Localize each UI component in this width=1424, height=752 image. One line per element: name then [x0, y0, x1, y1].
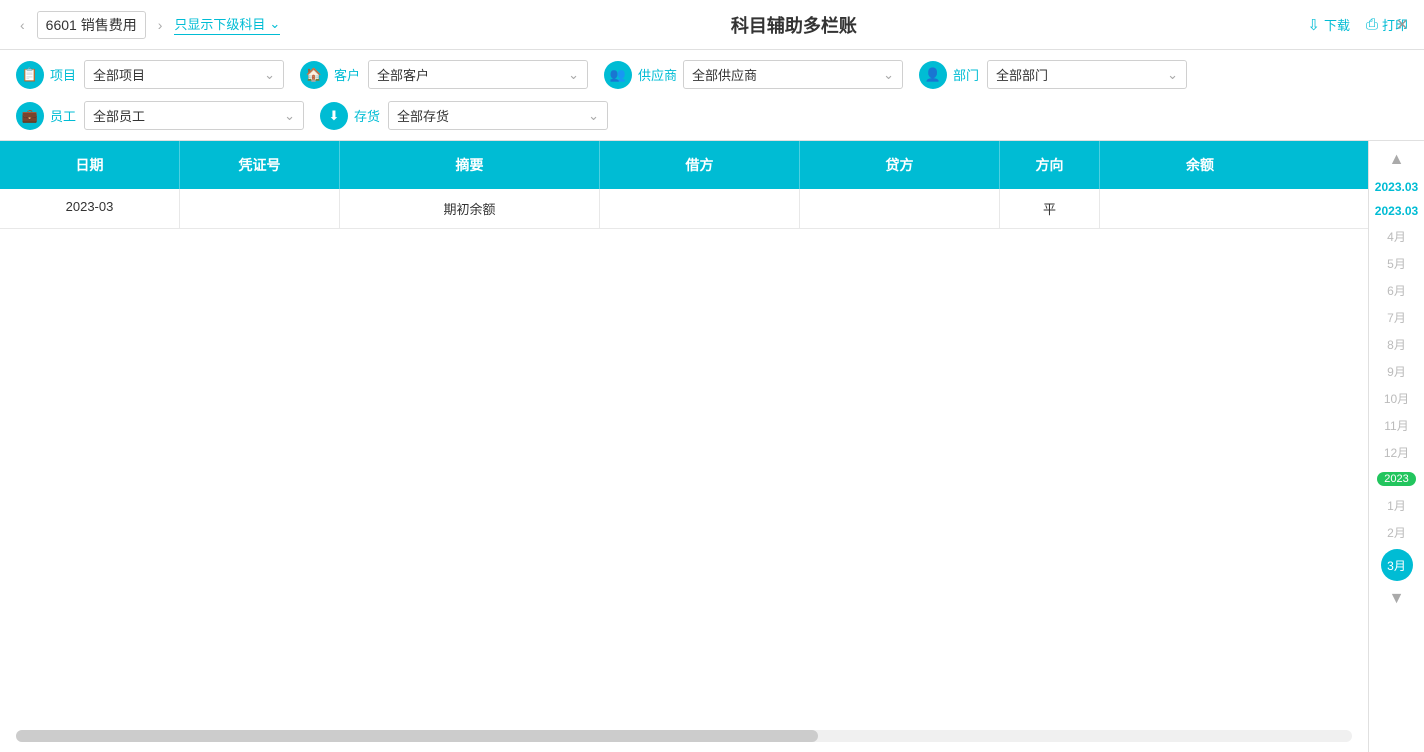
title-left: ‹ 6601 销售费用 › 只显示下级科目 ⌄ [16, 11, 280, 39]
inventory-filter: ⬇ 存货 全部存货 ⌄ [320, 101, 608, 130]
year-badge: 2023 [1377, 472, 1415, 486]
close-button[interactable]: × [1396, 14, 1408, 37]
title-right: ⇩ 下载 ⎙ 打印 × [1307, 15, 1408, 34]
employee-arrow-icon: ⌄ [284, 108, 295, 124]
nav-month-3-active[interactable]: 3月 [1381, 549, 1413, 581]
project-icon: 📋 [16, 61, 44, 89]
cell-summary: 期初余额 [340, 189, 600, 228]
supplier-label: 供应商 [638, 65, 677, 84]
download-button[interactable]: ⇩ 下载 [1307, 15, 1350, 34]
project-arrow-icon: ⌄ [264, 67, 275, 83]
customer-icon: 🏠 [300, 61, 328, 89]
project-filter: 📋 项目 全部项目 ⌄ [16, 60, 284, 89]
inventory-arrow-icon: ⌄ [588, 108, 599, 124]
supplier-select[interactable]: 全部供应商 ⌄ [683, 60, 903, 89]
nav-month-5[interactable]: 5月 [1369, 250, 1424, 277]
inventory-select[interactable]: 全部存货 ⌄ [388, 101, 608, 130]
inventory-icon: ⬇ [320, 102, 348, 130]
month-nav: ▲ 2023.03 2023.03 4月 5月 6月 7月 8月 9月 10月 … [1368, 141, 1424, 752]
col-direction: 方向 [1000, 141, 1100, 189]
cell-debit [600, 189, 800, 228]
project-value: 全部项目 [93, 65, 145, 84]
horizontal-scrollbar-area [0, 720, 1368, 752]
page-title: 科目辅助多栏账 [731, 12, 857, 38]
scrollbar-thumb [16, 730, 818, 742]
nav-month-11[interactable]: 11月 [1369, 412, 1424, 439]
supplier-icon: 👥 [604, 61, 632, 89]
inventory-value: 全部存货 [397, 106, 449, 125]
table-body: 2023-03 期初余额 平 [0, 189, 1368, 720]
nav-month-7[interactable]: 7月 [1369, 304, 1424, 331]
account-code[interactable]: 6601 销售费用 [37, 11, 146, 39]
main-content: 日期 凭证号 摘要 借方 贷方 方向 余额 2023-03 期初余额 平 [0, 141, 1424, 752]
col-summary: 摘要 [340, 141, 600, 189]
show-sub-button[interactable]: 只显示下级科目 ⌄ [174, 14, 280, 35]
nav-month-2[interactable]: 2月 [1369, 519, 1424, 546]
dept-label: 部门 [953, 65, 981, 84]
col-date: 日期 [0, 141, 180, 189]
nav-selected-top[interactable]: 2023.03 [1369, 175, 1424, 199]
dept-value: 全部部门 [996, 65, 1048, 84]
employee-select[interactable]: 全部员工 ⌄ [84, 101, 304, 130]
nav-selected-bottom[interactable]: 2023.03 [1369, 199, 1424, 223]
dept-filter: 👤 部门 全部部门 ⌄ [919, 60, 1187, 89]
col-voucher: 凭证号 [180, 141, 340, 189]
nav-down-button[interactable]: ▼ [1369, 584, 1424, 614]
nav-month-9[interactable]: 9月 [1369, 358, 1424, 385]
customer-select[interactable]: 全部客户 ⌄ [368, 60, 588, 89]
cell-date: 2023-03 [0, 189, 180, 228]
dept-select[interactable]: 全部部门 ⌄ [987, 60, 1187, 89]
table-header: 日期 凭证号 摘要 借方 贷方 方向 余额 [0, 141, 1368, 189]
employee-label: 员工 [50, 106, 78, 125]
col-credit: 贷方 [800, 141, 1000, 189]
table-area: 日期 凭证号 摘要 借方 贷方 方向 余额 2023-03 期初余额 平 [0, 141, 1368, 752]
download-label: 下载 [1324, 15, 1350, 34]
main-window: ‹ 6601 销售费用 › 只显示下级科目 ⌄ 科目辅助多栏账 ⇩ 下载 ⎙ 打… [0, 0, 1424, 752]
nav-month-12[interactable]: 12月 [1369, 439, 1424, 466]
nav-month-8[interactable]: 8月 [1369, 331, 1424, 358]
next-account-btn[interactable]: › [154, 15, 167, 35]
nav-month-6[interactable]: 6月 [1369, 277, 1424, 304]
nav-month-1[interactable]: 1月 [1369, 492, 1424, 519]
nav-month-4[interactable]: 4月 [1369, 223, 1424, 250]
employee-value: 全部员工 [93, 106, 145, 125]
cell-balance [1100, 189, 1300, 228]
prev-account-btn[interactable]: ‹ [16, 15, 29, 35]
cell-direction: 平 [1000, 189, 1100, 228]
supplier-filter: 👥 供应商 全部供应商 ⌄ [604, 60, 903, 89]
project-select[interactable]: 全部项目 ⌄ [84, 60, 284, 89]
customer-label: 客户 [334, 65, 362, 84]
customer-value: 全部客户 [377, 65, 429, 84]
horizontal-scrollbar[interactable] [16, 730, 1352, 742]
download-icon: ⇩ [1307, 16, 1320, 34]
dept-icon: 👤 [919, 61, 947, 89]
cell-credit [800, 189, 1000, 228]
customer-filter: 🏠 客户 全部客户 ⌄ [300, 60, 588, 89]
project-label: 项目 [50, 65, 78, 84]
col-debit: 借方 [600, 141, 800, 189]
filter-bar: 📋 项目 全部项目 ⌄ 🏠 客户 全部客户 ⌄ 👥 供应商 全部供应商 ⌄ [0, 50, 1424, 141]
employee-filter: 💼 员工 全部员工 ⌄ [16, 101, 304, 130]
supplier-arrow-icon: ⌄ [883, 67, 894, 83]
table-row[interactable]: 2023-03 期初余额 平 [0, 189, 1368, 229]
customer-arrow-icon: ⌄ [568, 67, 579, 83]
nav-month-10[interactable]: 10月 [1369, 385, 1424, 412]
title-bar: ‹ 6601 销售费用 › 只显示下级科目 ⌄ 科目辅助多栏账 ⇩ 下载 ⎙ 打… [0, 0, 1424, 50]
employee-icon: 💼 [16, 102, 44, 130]
cell-voucher [180, 189, 340, 228]
print-icon: ⎙ [1366, 16, 1378, 33]
show-sub-label: 只显示下级科目 [174, 14, 265, 33]
dept-arrow-icon: ⌄ [1167, 67, 1178, 83]
inventory-label: 存货 [354, 106, 382, 125]
supplier-value: 全部供应商 [692, 65, 757, 84]
col-balance: 余额 [1100, 141, 1300, 189]
nav-up-button[interactable]: ▲ [1369, 145, 1424, 175]
chevron-down-icon: ⌄ [269, 16, 280, 32]
